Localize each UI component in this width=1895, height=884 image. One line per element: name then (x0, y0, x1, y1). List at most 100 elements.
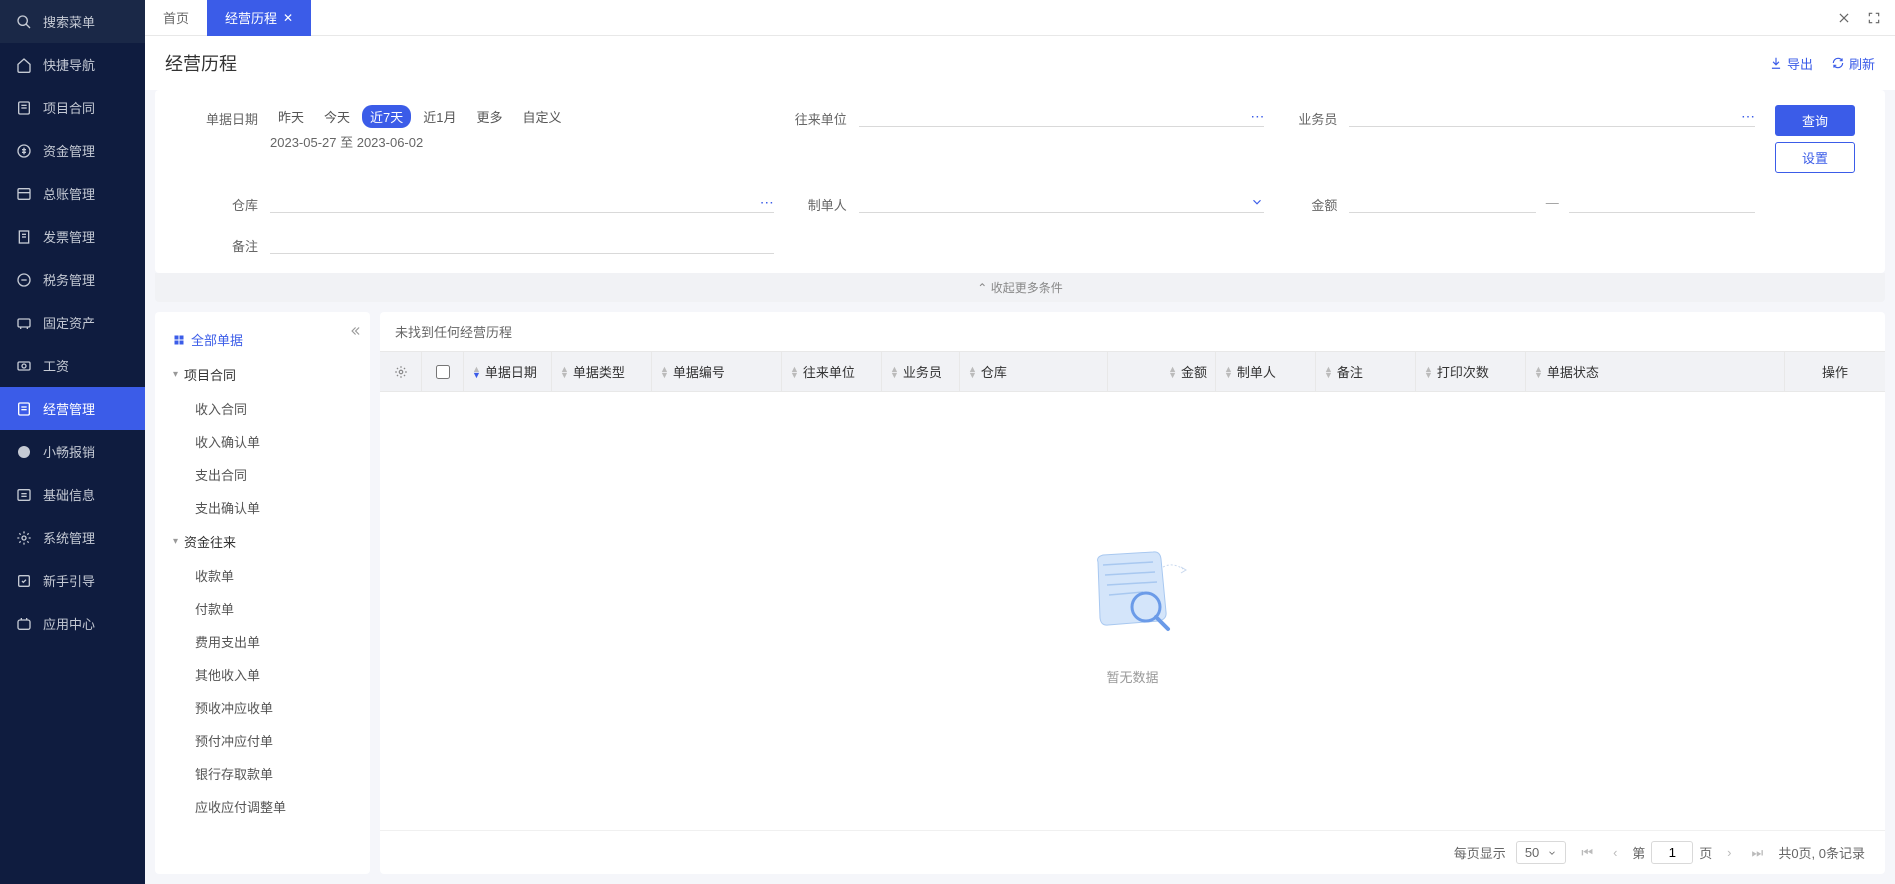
close-icon[interactable]: ✕ (283, 11, 293, 25)
col-date[interactable]: ▲▼单据日期 (464, 352, 552, 391)
category-item[interactable]: 其他收入单 (155, 658, 370, 691)
sidebar-item-system[interactable]: 系统管理 (0, 516, 145, 559)
query-button[interactable]: 查询 (1775, 105, 1855, 136)
refresh-label: 刷新 (1849, 54, 1875, 73)
last-page-button[interactable]: ⏭ (1746, 842, 1768, 864)
category-item[interactable]: 应收应付调整单 (155, 790, 370, 823)
tab-home[interactable]: 首页 (145, 0, 207, 36)
refresh-button[interactable]: 刷新 (1831, 54, 1875, 73)
col-maker[interactable]: ▲▼制单人 (1216, 352, 1316, 391)
collapse-filters-button[interactable]: ⌃ 收起更多条件 (155, 273, 1885, 302)
col-amount[interactable]: ▲▼金额 (1108, 352, 1216, 391)
col-status[interactable]: ▲▼单据状态 (1526, 352, 1785, 391)
sidebar-item-invoice[interactable]: 发票管理 (0, 215, 145, 258)
select-all-checkbox[interactable] (422, 352, 464, 391)
category-item[interactable]: 付款单 (155, 592, 370, 625)
more-icon[interactable]: ⋯ (1250, 108, 1264, 125)
sidebar-item-business[interactable]: 经营管理 (0, 387, 145, 430)
page-header: 经营历程 导出 刷新 (145, 36, 1895, 90)
col-type[interactable]: ▲▼单据类型 (552, 352, 652, 391)
col-salesman[interactable]: ▲▼业务员 (882, 352, 960, 391)
sidebar-item-money[interactable]: 资金管理 (0, 129, 145, 172)
sidebar-item-info[interactable]: 基础信息 (0, 473, 145, 516)
prev-page-button[interactable]: ‹ (1604, 842, 1626, 864)
sidebar: 搜索菜单 快捷导航 项目合同 资金管理 总账管理 发票管理 税务管理 固定资产 (0, 0, 145, 884)
sidebar-item-ledger[interactable]: 总账管理 (0, 172, 145, 215)
filter-warehouse-input[interactable] (270, 191, 774, 213)
sidebar-item-reimburse[interactable]: 小畅报销 (0, 430, 145, 473)
col-no[interactable]: ▲▼单据编号 (652, 352, 782, 391)
category-item[interactable]: 银行存取款单 (155, 757, 370, 790)
page-size-select[interactable]: 50 (1516, 841, 1566, 864)
category-item[interactable]: 收款单 (155, 559, 370, 592)
category-group-label: 项目合同 (184, 365, 236, 384)
filter-panel: 单据日期 昨天 今天 近7天 近1月 更多 自定义 2023-05-27 至 2… (155, 90, 1885, 273)
sidebar-item-label: 系统管理 (43, 528, 95, 547)
filter-amount-from[interactable] (1349, 191, 1535, 213)
settings-button[interactable]: 设置 (1775, 142, 1855, 173)
sidebar-item-asset[interactable]: 固定资产 (0, 301, 145, 344)
category-item[interactable]: 收入确认单 (155, 425, 370, 458)
sidebar-item-salary[interactable]: 工资 (0, 344, 145, 387)
sidebar-item-contract[interactable]: 项目合同 (0, 86, 145, 129)
sidebar-item-label: 固定资产 (43, 313, 95, 332)
category-item[interactable]: 支出确认单 (155, 491, 370, 524)
col-print[interactable]: ▲▼打印次数 (1416, 352, 1526, 391)
sidebar-item-label: 资金管理 (43, 141, 95, 160)
sidebar-item-label: 项目合同 (43, 98, 95, 117)
sidebar-item-search[interactable]: 搜索菜单 (0, 0, 145, 43)
collapse-panel-button[interactable] (348, 324, 362, 338)
export-button[interactable]: 导出 (1769, 54, 1813, 73)
chevron-down-icon[interactable] (1250, 195, 1264, 209)
first-page-button[interactable]: ⏮ (1576, 842, 1598, 864)
page-input[interactable] (1651, 841, 1693, 864)
sidebar-item-apps[interactable]: 应用中心 (0, 602, 145, 645)
category-group-funds[interactable]: ▾ 资金往来 (155, 524, 370, 559)
col-unit[interactable]: ▲▼往来单位 (782, 352, 882, 391)
category-item[interactable]: 预付冲应付单 (155, 724, 370, 757)
amount-separator: — (1546, 195, 1559, 210)
sidebar-item-label: 经营管理 (43, 399, 95, 418)
col-warehouse[interactable]: ▲▼仓库 (960, 352, 1108, 391)
sidebar-item-label: 税务管理 (43, 270, 95, 289)
filter-maker-input[interactable] (859, 191, 1265, 213)
filter-unit-input[interactable] (859, 105, 1265, 127)
filter-remark-input[interactable] (270, 232, 774, 254)
more-icon[interactable]: ⋯ (1741, 108, 1755, 125)
filter-date-opt-1month[interactable]: 近1月 (415, 105, 464, 128)
filter-date-opt-7days[interactable]: 近7天 (362, 105, 411, 128)
sidebar-item-guide[interactable]: 新手引导 (0, 559, 145, 602)
filter-date-opt-custom[interactable]: 自定义 (515, 105, 570, 128)
filter-warehouse-label: 仓库 (185, 191, 270, 214)
category-item[interactable]: 支出合同 (155, 458, 370, 491)
tabs-bar: 首页 经营历程 ✕ (145, 0, 1895, 36)
col-remark[interactable]: ▲▼备注 (1316, 352, 1416, 391)
filter-maker-label: 制单人 (774, 191, 859, 214)
fullscreen-button[interactable] (1863, 7, 1885, 29)
category-item[interactable]: 费用支出单 (155, 625, 370, 658)
filter-date-opt-yesterday[interactable]: 昨天 (270, 105, 312, 128)
category-item[interactable]: 预收冲应收单 (155, 691, 370, 724)
search-icon (15, 13, 33, 31)
sidebar-item-label: 总账管理 (43, 184, 95, 203)
category-all[interactable]: 全部单据 (155, 322, 370, 357)
pagination: 每页显示 50 ⏮ ‹ 第 页 › ⏭ 共0页, 0条记录 (380, 830, 1885, 874)
sidebar-item-tax[interactable]: 税务管理 (0, 258, 145, 301)
filter-amount-to[interactable] (1569, 191, 1755, 213)
guide-icon (15, 572, 33, 590)
category-item[interactable]: 收入合同 (155, 392, 370, 425)
filter-date-opt-more[interactable]: 更多 (469, 105, 511, 128)
more-icon[interactable]: ⋯ (760, 194, 774, 211)
empty-illustration-icon (1068, 537, 1198, 647)
category-group-label: 资金往来 (184, 532, 236, 551)
table-settings-button[interactable] (380, 352, 422, 391)
sidebar-item-nav[interactable]: 快捷导航 (0, 43, 145, 86)
filter-salesman-input[interactable] (1349, 105, 1755, 127)
close-tab-button[interactable] (1833, 7, 1855, 29)
next-page-button[interactable]: › (1718, 842, 1740, 864)
filter-date-opt-today[interactable]: 今天 (316, 105, 358, 128)
category-group-contract[interactable]: ▾ 项目合同 (155, 357, 370, 392)
sidebar-item-label: 基础信息 (43, 485, 95, 504)
filter-date-range: 2023-05-27 至 2023-06-02 (270, 132, 774, 151)
tab-business-history[interactable]: 经营历程 ✕ (207, 0, 311, 36)
